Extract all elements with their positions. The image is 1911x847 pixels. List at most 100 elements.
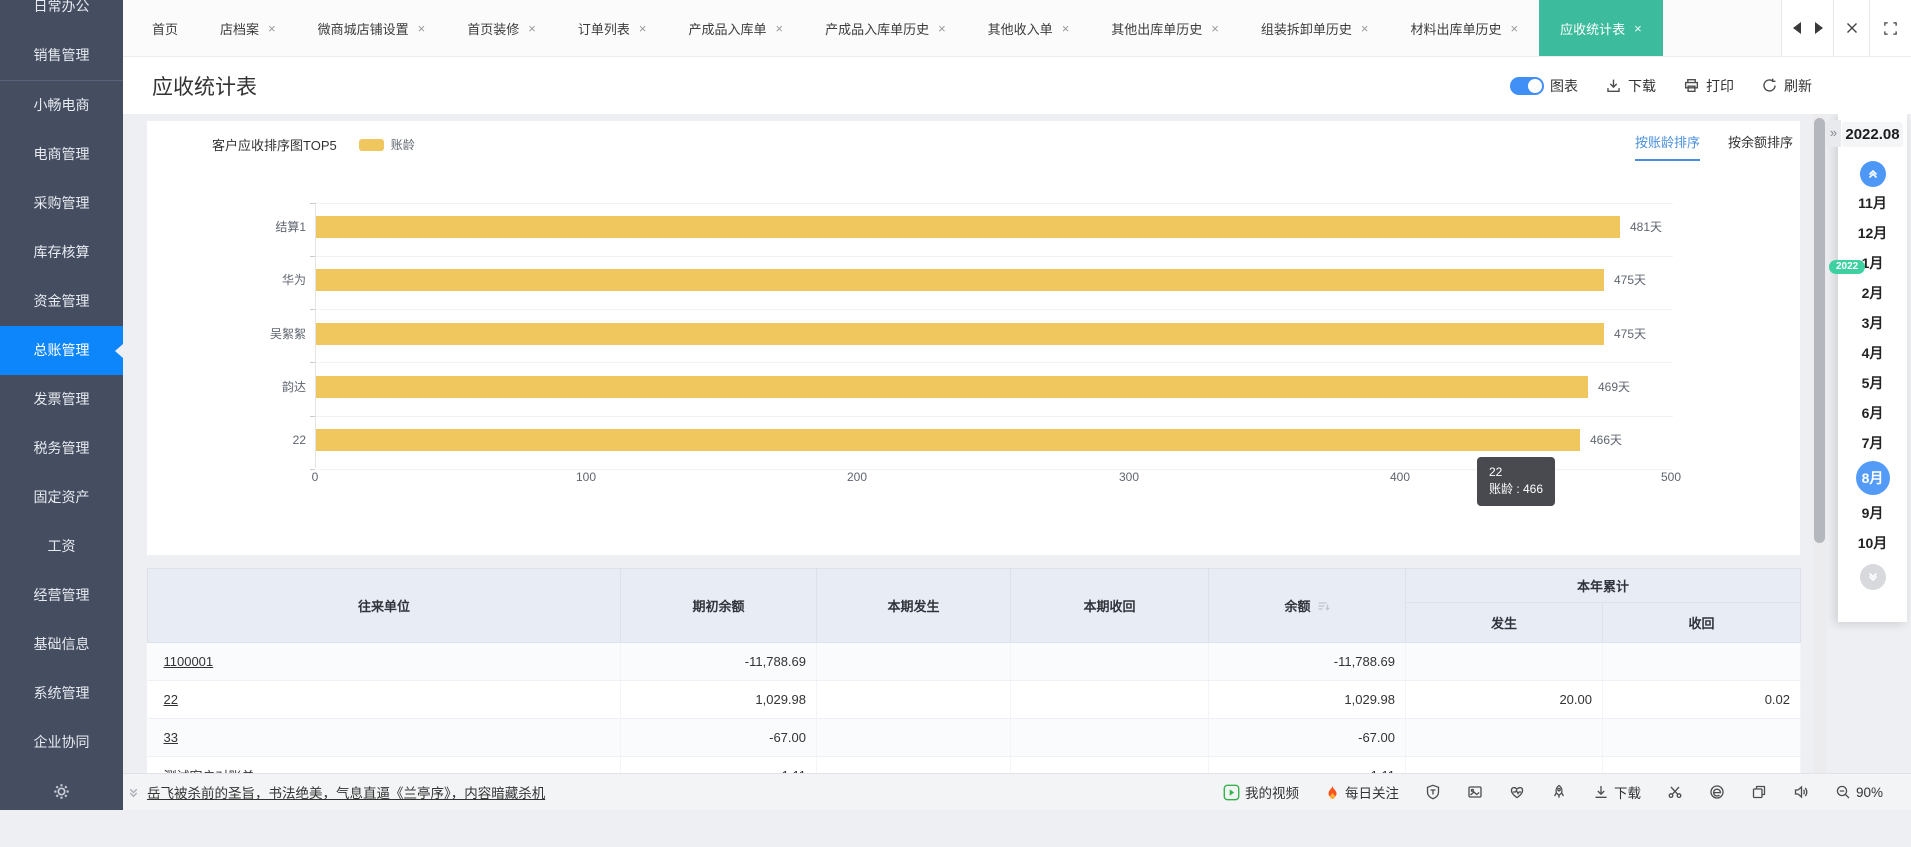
sidebar-footer[interactable] [0,772,123,810]
sidebar-item-电商管理[interactable]: 电商管理 [0,130,123,179]
sidebar-item-小畅电商[interactable]: 小畅电商 [0,81,123,130]
tab-店档案[interactable]: 店档案 × [199,0,297,56]
sidebar-item-固定资产[interactable]: 固定资产 [0,473,123,522]
scrollbar-thumb[interactable] [1814,118,1825,543]
tray-browser-icon[interactable] [1709,784,1725,800]
tab-close-icon[interactable]: × [418,21,426,36]
tab-close-icon[interactable]: × [1361,21,1369,36]
bar-22[interactable] [316,429,1580,451]
month-10月[interactable]: 10月 [1858,528,1888,558]
bar-结算1[interactable] [316,216,1620,238]
sort-icon[interactable] [1317,600,1330,613]
sort-tab-按余额排序[interactable]: 按余额排序 [1728,132,1793,161]
sidebar-item-日常办公[interactable]: 日常办公 [0,0,123,31]
sort-tab-按账龄排序[interactable]: 按账龄排序 [1634,132,1700,161]
sidebar-item-系统管理[interactable]: 系统管理 [0,669,123,718]
tab-产成品入库单[interactable]: 产成品入库单 × [667,0,804,56]
tab-应收统计表[interactable]: 应收统计表 × [1539,0,1663,56]
current-period[interactable]: 2022.08 [1842,122,1903,147]
date-panel-collapse-handle[interactable]: » [1826,120,1841,147]
tab-其他收入单[interactable]: 其他收入单 × [967,0,1091,56]
close-all-tabs-button[interactable] [1833,0,1869,56]
sidebar-item-工资[interactable]: 工资 [0,522,123,571]
sidebar-item-基础信息[interactable]: 基础信息 [0,620,123,669]
tray-heartbeat-icon[interactable] [1509,784,1525,800]
month-11月[interactable]: 11月 [1858,188,1887,218]
toggle-switch-icon[interactable] [1510,76,1544,95]
month-12月[interactable]: 12月 [1858,218,1888,248]
month-5月[interactable]: 5月 [1862,368,1884,398]
tab-scroll-right-icon[interactable] [1814,22,1823,34]
legend-item[interactable]: 账龄 [358,136,415,153]
month-2月[interactable]: 2月 [1862,278,1884,308]
unit-link[interactable]: 22 [164,692,178,707]
sidebar-item-经营管理[interactable]: 经营管理 [0,571,123,620]
bar-华为[interactable] [316,269,1604,291]
tray-speaker-icon[interactable] [1793,784,1809,800]
tab-close-icon[interactable]: × [1511,21,1519,36]
sidebar-item-资金管理[interactable]: 资金管理 [0,277,123,326]
refresh-button[interactable]: 刷新 [1761,76,1812,96]
tray-shield-icon[interactable] [1425,784,1441,800]
tab-组装拆卸单历史[interactable]: 组装拆卸单历史 × [1240,0,1390,56]
tab-其他出库单历史[interactable]: 其他出库单历史 × [1090,0,1240,56]
sidebar-item-企业协同[interactable]: 企业协同 [0,718,123,767]
tab-close-icon[interactable]: × [1211,21,1219,36]
tab-材料出库单历史[interactable]: 材料出库单历史 × [1390,0,1540,56]
tray-flame-icon-每日关注[interactable]: 每日关注 [1325,782,1399,802]
tab-首页[interactable]: 首页 [131,0,199,56]
month-8月[interactable]: 8月 [1855,461,1890,495]
tray-windows-icon[interactable] [1751,784,1767,800]
month-6月[interactable]: 6月 [1862,398,1884,428]
month-9月[interactable]: 9月 [1862,498,1884,528]
sidebar-item-销售管理[interactable]: 销售管理 [0,31,123,80]
bar-韵达[interactable] [316,376,1588,398]
tab-首页装修[interactable]: 首页装修 × [446,0,557,56]
month-4月[interactable]: 4月 [1862,338,1884,368]
month-1月[interactable]: 1月 [1862,248,1884,278]
grid-line [316,203,1673,204]
sidebar-item-税务管理[interactable]: 税务管理 [0,424,123,473]
tray-download-icon-下载[interactable]: 下载 [1593,782,1641,802]
settings-gear-icon[interactable] [53,783,70,800]
sidebar-item-总账管理[interactable]: 总账管理 [0,326,123,375]
tab-close-icon[interactable]: × [775,21,783,36]
unit-link[interactable]: 33 [164,730,178,745]
category-label: 吴絮絮 [269,327,306,341]
tray-play-icon-我的视频[interactable]: 我的视频 [1223,782,1299,802]
tab-订单列表[interactable]: 订单列表 × [557,0,668,56]
print-button[interactable]: 打印 [1683,76,1734,96]
sidebar-item-发票管理[interactable]: 发票管理 [0,375,123,424]
news-ticker-link[interactable]: 岳飞被杀前的圣旨，书法绝美，气息直逼《兰亭序》，内容暗藏杀机 [147,782,545,802]
page-header: 应收统计表 图表 下载 打印 刷新 [123,57,1911,114]
tray-scissors-icon[interactable] [1667,784,1683,800]
tab-产成品入库单历史[interactable]: 产成品入库单历史 × [804,0,967,56]
chart-view-toggle[interactable]: 图表 [1510,76,1578,96]
content-scrollbar[interactable] [1813,114,1826,810]
month-7月[interactable]: 7月 [1862,428,1884,458]
bar-吴絮絮[interactable] [316,323,1604,345]
chevron-double-down-icon[interactable] [127,786,140,799]
tray-image-icon[interactable] [1467,784,1483,800]
fullscreen-button[interactable] [1869,0,1911,56]
tray-rocket-icon[interactable] [1551,784,1567,800]
scroll-months-down-button[interactable] [1859,564,1886,590]
tab-scroll-left-icon[interactable] [1792,22,1801,34]
tray-zoom-out-icon-90%[interactable]: 90% [1835,784,1883,800]
sidebar-item-采购管理[interactable]: 采购管理 [0,179,123,228]
unit-link[interactable]: 1100001 [164,654,214,669]
sidebar-item-库存核算[interactable]: 库存核算 [0,228,123,277]
month-3月[interactable]: 3月 [1862,308,1884,338]
bar-value-label: 475天 [1614,273,1647,287]
scroll-months-up-button[interactable] [1859,161,1886,187]
tab-close-icon[interactable]: × [268,21,276,36]
refresh-icon [1763,78,1776,92]
tab-close-icon[interactable]: × [528,21,536,36]
tab-close-icon[interactable]: × [1062,21,1070,36]
tab-微商城店铺设置[interactable]: 微商城店铺设置 × [297,0,447,56]
grid-line [316,416,1673,417]
download-button[interactable]: 下载 [1605,76,1656,96]
tab-close-icon[interactable]: × [938,21,946,36]
tab-close-icon[interactable]: × [1634,21,1642,36]
tab-close-icon[interactable]: × [639,21,647,36]
